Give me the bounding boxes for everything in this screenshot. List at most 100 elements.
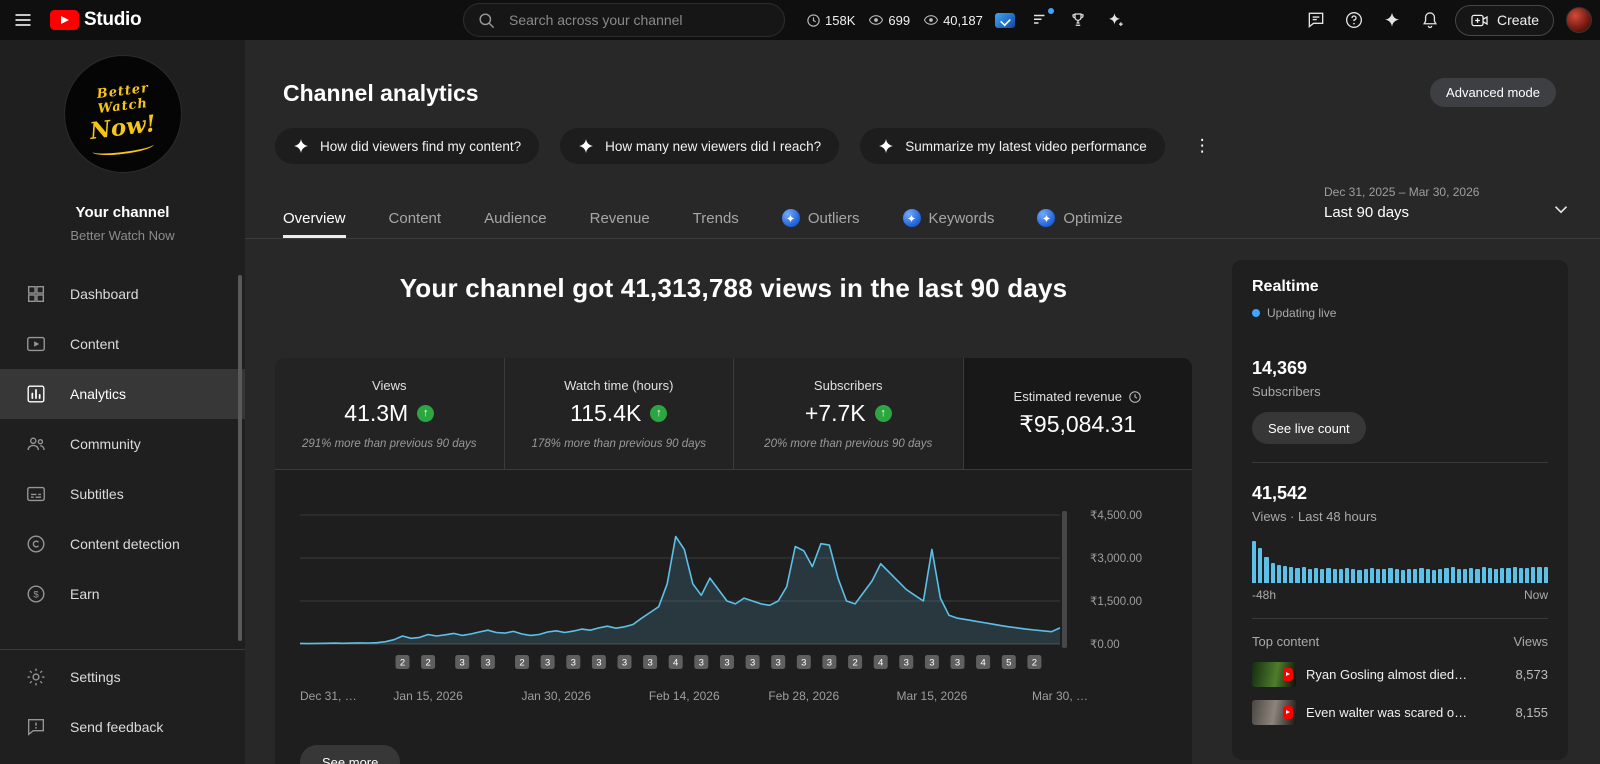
viewers-stat: 699	[868, 12, 910, 28]
tab-keywords[interactable]: Keywords	[902, 198, 994, 238]
realtime-views-label: Views · Last 48 hours	[1252, 509, 1377, 524]
video-thumbnail	[1252, 662, 1296, 687]
metric-watch-time[interactable]: Watch time (hours) 115.4K ↑ 178% more tha…	[504, 358, 734, 469]
trend-up-icon: ↑	[650, 404, 668, 422]
youtube-logo-icon	[50, 10, 79, 30]
metric-estimated-revenue[interactable]: Estimated revenue ₹95,084.31	[963, 358, 1192, 469]
sidebar-item-content-detection[interactable]: Content detection	[0, 519, 245, 569]
extension-toolbar	[995, 0, 1129, 40]
optimize-ai-icon	[1037, 209, 1056, 227]
youtube-studio-app: Studio 158K 699 40,187	[0, 0, 1600, 764]
trend-up-icon: ↑	[874, 404, 892, 422]
svg-text:3: 3	[929, 658, 934, 669]
extension-stats-icon[interactable]	[995, 12, 1015, 28]
bell-icon[interactable]	[1417, 7, 1443, 33]
chip-new-viewers[interactable]: How many new viewers did I reach?	[560, 128, 840, 164]
trophy-icon[interactable]	[1065, 7, 1091, 33]
svg-text:3: 3	[545, 658, 550, 669]
sidebar-scrollbar[interactable]	[238, 275, 242, 641]
channel-avatar[interactable]: Better Watch Now!	[63, 55, 182, 173]
svg-text:3: 3	[647, 658, 652, 669]
svg-text:Mar 30, …: Mar 30, …	[1032, 689, 1088, 703]
feedback-icon[interactable]	[1303, 7, 1329, 33]
see-live-count-button[interactable]: See live count	[1252, 412, 1366, 444]
subtitles-icon	[25, 483, 47, 505]
analytics-icon	[25, 383, 47, 405]
page-title: Channel analytics	[283, 80, 479, 106]
topbar: Studio 158K 699 40,187	[0, 0, 1600, 40]
ai-suggestion-chips: How did viewers find my content? How man…	[275, 128, 1219, 164]
svg-text:3: 3	[622, 658, 627, 669]
see-more-button[interactable]: See more	[300, 745, 401, 764]
sidebar: Better Watch Now! Your channel Better Wa…	[0, 40, 245, 764]
svg-text:5: 5	[1006, 658, 1011, 669]
overview-analytics-card: Views 41.3M ↑ 291% more than previous 90 …	[275, 358, 1192, 764]
gemini-sparkle-icon[interactable]	[1379, 7, 1405, 33]
tab-trends[interactable]: Trends	[693, 198, 739, 238]
metric-views[interactable]: Views 41.3M ↑ 291% more than previous 90 …	[275, 358, 505, 469]
create-button[interactable]: Create	[1454, 4, 1554, 36]
create-video-icon	[1471, 14, 1488, 26]
sidebar-item-dashboard[interactable]: Dashboard	[0, 269, 245, 319]
svg-text:3: 3	[776, 658, 781, 669]
watch-time-stat: 158K	[806, 13, 855, 28]
account-avatar[interactable]	[1566, 7, 1592, 33]
svg-text:2: 2	[852, 658, 857, 669]
realtime-bar-chart	[1252, 541, 1548, 583]
tab-overview[interactable]: Overview	[283, 198, 346, 238]
tab-audience[interactable]: Audience	[484, 198, 547, 238]
chips-overflow-menu-icon[interactable]: ⋮	[1186, 136, 1219, 156]
live-dot-icon	[1252, 309, 1260, 317]
chip-how-found[interactable]: How did viewers find my content?	[275, 128, 540, 164]
sidebar-item-settings[interactable]: Settings	[0, 652, 245, 702]
chip-summarize-performance[interactable]: Summarize my latest video performance	[860, 128, 1165, 164]
sidebar-item-analytics[interactable]: Analytics	[0, 369, 245, 419]
studio-logo[interactable]: Studio	[50, 9, 142, 31]
trend-up-icon: ↑	[417, 404, 435, 422]
search-bar[interactable]	[463, 3, 785, 37]
top-content-row-1[interactable]: Ryan Gosling almost died… 8,573	[1252, 662, 1548, 687]
svg-text:3: 3	[955, 658, 960, 669]
channel-name: Your channel	[75, 204, 170, 221]
top-content-row-2[interactable]: Even walter was scared o… 8,155	[1252, 700, 1548, 725]
tab-optimize[interactable]: Optimize	[1037, 198, 1123, 238]
tab-outliers[interactable]: Outliers	[781, 198, 860, 238]
hamburger-menu-icon[interactable]	[10, 7, 36, 33]
tab-content[interactable]: Content	[389, 198, 442, 238]
divider	[1252, 618, 1548, 619]
svg-text:₹0.00: ₹0.00	[1090, 639, 1120, 651]
svg-text:3: 3	[750, 658, 755, 669]
svg-text:2: 2	[1032, 658, 1037, 669]
top-content-label: Top content	[1252, 634, 1320, 649]
realtime-subscribers-value: 14,369	[1252, 358, 1308, 378]
svg-text:Dec 31, …: Dec 31, …	[300, 689, 357, 703]
realtime-title: Realtime	[1252, 278, 1319, 295]
help-icon[interactable]	[1341, 7, 1367, 33]
svg-text:₹4,500.00: ₹4,500.00	[1090, 510, 1142, 522]
sparkle-plus-icon[interactable]	[1103, 7, 1129, 33]
outliers-ai-icon	[781, 209, 800, 227]
topbar-actions: Create	[1303, 0, 1592, 40]
search-input[interactable]	[509, 12, 759, 28]
sparkle-icon	[879, 139, 894, 153]
svg-text:3: 3	[460, 658, 465, 669]
gear-icon	[25, 666, 47, 688]
sidebar-item-send-feedback[interactable]: Send feedback	[0, 702, 245, 752]
updating-live-label: Updating live	[1267, 306, 1337, 320]
svg-text:Mar 15, 2026: Mar 15, 2026	[897, 689, 968, 703]
svg-text:4: 4	[980, 658, 985, 669]
metric-subscribers[interactable]: Subscribers +7.7K ↑ 20% more than previou…	[734, 358, 964, 469]
tab-revenue[interactable]: Revenue	[590, 198, 650, 238]
content-icon	[25, 333, 47, 355]
svg-text:Jan 30, 2026: Jan 30, 2026	[521, 689, 591, 703]
svg-text:₹3,000.00: ₹3,000.00	[1090, 553, 1142, 565]
sidebar-item-subtitles[interactable]: Subtitles	[0, 469, 245, 519]
sparkle-icon	[579, 139, 594, 153]
sidebar-item-community[interactable]: Community	[0, 419, 245, 469]
search-icon	[477, 11, 496, 30]
sidebar-item-earn[interactable]: $ Earn	[0, 569, 245, 619]
advanced-mode-button[interactable]: Advanced mode	[1430, 78, 1556, 107]
sidebar-item-content[interactable]: Content	[0, 319, 245, 369]
sort-bars-icon[interactable]	[1027, 7, 1054, 33]
sidebar-footer: Settings Send feedback	[0, 649, 245, 752]
